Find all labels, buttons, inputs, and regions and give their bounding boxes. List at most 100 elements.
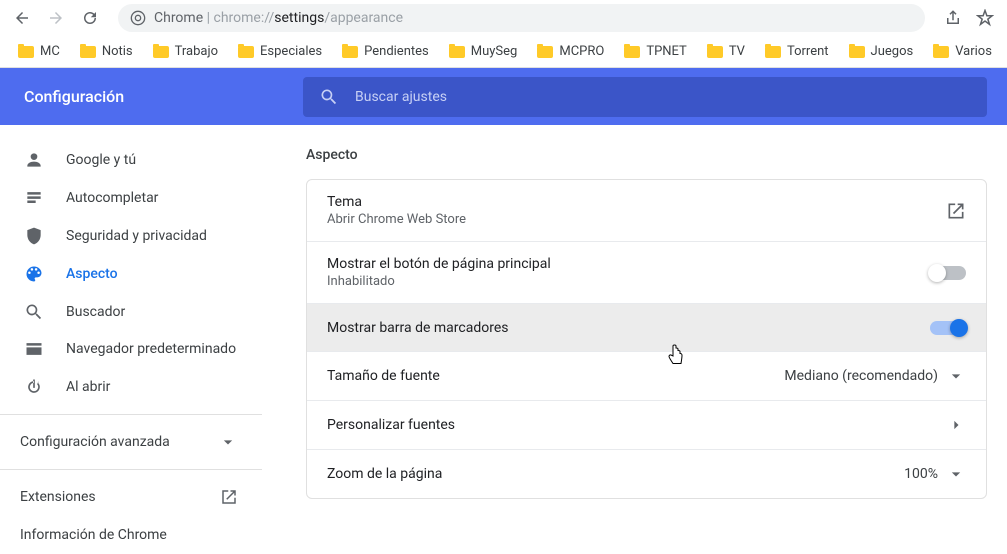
bookmark-label: MC — [40, 44, 60, 59]
dropdown-icon — [946, 366, 966, 386]
row-title: Tema — [327, 194, 466, 210]
bookmarks-bar: MC Notis Trabajo Especiales Pendientes MuySeg… — [0, 36, 1007, 68]
url-scheme: Chrome — [154, 10, 203, 26]
sidebar-about[interactable]: Información de Chrome — [0, 516, 262, 554]
address-bar[interactable]: Chrome | chrome://settings/appearance — [118, 4, 925, 32]
row-subtitle: Inhabilitado — [327, 274, 551, 289]
autofill-icon — [24, 188, 44, 208]
folder-icon — [449, 46, 465, 58]
folder-icon — [153, 46, 169, 58]
folder-icon — [765, 46, 781, 58]
forward-button[interactable] — [42, 4, 70, 32]
sidebar-item-label: Autocompletar — [66, 190, 158, 206]
sidebar-item-on-startup[interactable]: Al abrir — [0, 368, 262, 406]
row-title: Tamaño de fuente — [327, 368, 440, 384]
folder-icon — [933, 46, 949, 58]
dropdown-icon — [946, 464, 966, 484]
search-input[interactable] — [355, 89, 971, 105]
row-customize-fonts[interactable]: Personalizar fuentes — [307, 401, 986, 450]
shield-icon — [24, 226, 44, 246]
row-home-button[interactable]: Mostrar el botón de página principal Inh… — [307, 242, 986, 304]
bookmark-label: Varios — [955, 44, 992, 59]
share-icon — [944, 9, 962, 27]
bookmark-star-button[interactable] — [971, 4, 999, 32]
star-icon — [976, 9, 994, 27]
bookmark-label: Torrent — [787, 44, 829, 59]
bookmark-item[interactable]: Torrent — [757, 40, 837, 63]
sidebar-item-label: Google y tú — [66, 152, 136, 168]
folder-icon — [624, 46, 640, 58]
settings-card: Tema Abrir Chrome Web Store Mostrar el b… — [306, 179, 987, 499]
zoom-value: 100% — [904, 466, 938, 482]
person-icon — [24, 150, 44, 170]
back-button[interactable] — [8, 4, 36, 32]
chevron-down-icon — [218, 432, 238, 452]
row-theme[interactable]: Tema Abrir Chrome Web Store — [307, 180, 986, 242]
sidebar-item-search[interactable]: Buscador — [0, 293, 262, 331]
bookmark-item[interactable]: TV — [699, 40, 753, 63]
bookmark-label: MCPRO — [559, 44, 604, 59]
external-link-icon — [220, 488, 238, 506]
bookmark-item[interactable]: Notis — [72, 40, 141, 63]
folder-icon — [80, 46, 96, 58]
bookmark-item[interactable]: Varios — [925, 40, 1000, 63]
chevron-right-icon — [946, 415, 966, 435]
search-icon — [319, 87, 339, 107]
reload-icon — [81, 9, 99, 27]
folder-icon — [238, 46, 254, 58]
row-bookmarks-bar[interactable]: Mostrar barra de marcadores — [307, 304, 986, 352]
bookmark-label: Pendientes — [364, 44, 429, 59]
sidebar-item-label: Seguridad y privacidad — [66, 228, 207, 244]
bookmark-label: TPNET — [646, 44, 687, 59]
row-title: Mostrar barra de marcadores — [327, 320, 508, 336]
reload-button[interactable] — [76, 4, 104, 32]
bookmark-item[interactable]: TPNET — [616, 40, 695, 63]
bookmark-item[interactable]: Pendientes — [334, 40, 437, 63]
url-path1: chrome:// — [214, 10, 275, 26]
toggle-bookmarks-bar[interactable] — [930, 321, 966, 335]
bookmark-item[interactable]: Trabajo — [145, 40, 226, 63]
browser-nav-bar: Chrome | chrome://settings/appearance — [0, 0, 1007, 36]
folder-icon — [537, 46, 553, 58]
bookmark-item[interactable]: MCPRO — [529, 40, 612, 63]
sidebar-item-label: Al abrir — [66, 379, 110, 395]
url-path3: /appearance — [324, 10, 403, 26]
sidebar-advanced[interactable]: Configuración avanzada — [0, 423, 262, 461]
bookmark-item[interactable]: MuySeg — [441, 40, 526, 63]
search-icon — [24, 302, 44, 322]
bookmark-item[interactable]: Juegos — [841, 40, 922, 63]
sidebar-item-appearance[interactable]: Aspecto — [0, 255, 262, 293]
power-icon — [24, 377, 44, 397]
toggle-home-button[interactable] — [930, 266, 966, 280]
search-box[interactable] — [303, 77, 987, 117]
folder-icon — [849, 46, 865, 58]
sidebar-item-label: Navegador predeterminado — [66, 341, 236, 357]
bookmark-label: MuySeg — [471, 44, 518, 59]
sidebar-item-autofill[interactable]: Autocompletar — [0, 179, 262, 217]
sidebar-extensions[interactable]: Extensiones — [0, 478, 262, 516]
row-font-size[interactable]: Tamaño de fuente Mediano (recomendado) — [307, 352, 986, 401]
row-subtitle: Abrir Chrome Web Store — [327, 212, 466, 227]
settings-header: Configuración — [0, 68, 1007, 125]
sidebar-item-default-browser[interactable]: Navegador predeterminado — [0, 331, 262, 369]
url-path2: settings — [274, 10, 324, 26]
external-link-icon — [946, 201, 966, 221]
sidebar-extensions-label: Extensiones — [20, 489, 96, 505]
bookmark-item[interactable]: MC — [10, 40, 68, 63]
sidebar-item-security[interactable]: Seguridad y privacidad — [0, 217, 262, 255]
share-button[interactable] — [939, 4, 967, 32]
palette-icon — [24, 264, 44, 284]
content-area: Aspecto Tema Abrir Chrome Web Store Most… — [262, 125, 1007, 554]
folder-icon — [18, 46, 34, 58]
bookmark-label: TV — [729, 44, 745, 59]
bookmark-label: Notis — [102, 44, 133, 59]
font-size-value: Mediano (recomendado) — [784, 368, 938, 384]
sidebar: Google y tú Autocompletar Seguridad y pr… — [0, 125, 262, 554]
folder-icon — [707, 46, 723, 58]
browser-icon — [24, 339, 44, 359]
bookmark-item[interactable]: Especiales — [230, 40, 330, 63]
row-page-zoom[interactable]: Zoom de la página 100% — [307, 450, 986, 498]
sidebar-item-google[interactable]: Google y tú — [0, 141, 262, 179]
folder-icon — [342, 46, 358, 58]
bookmark-label: Trabajo — [175, 44, 218, 59]
